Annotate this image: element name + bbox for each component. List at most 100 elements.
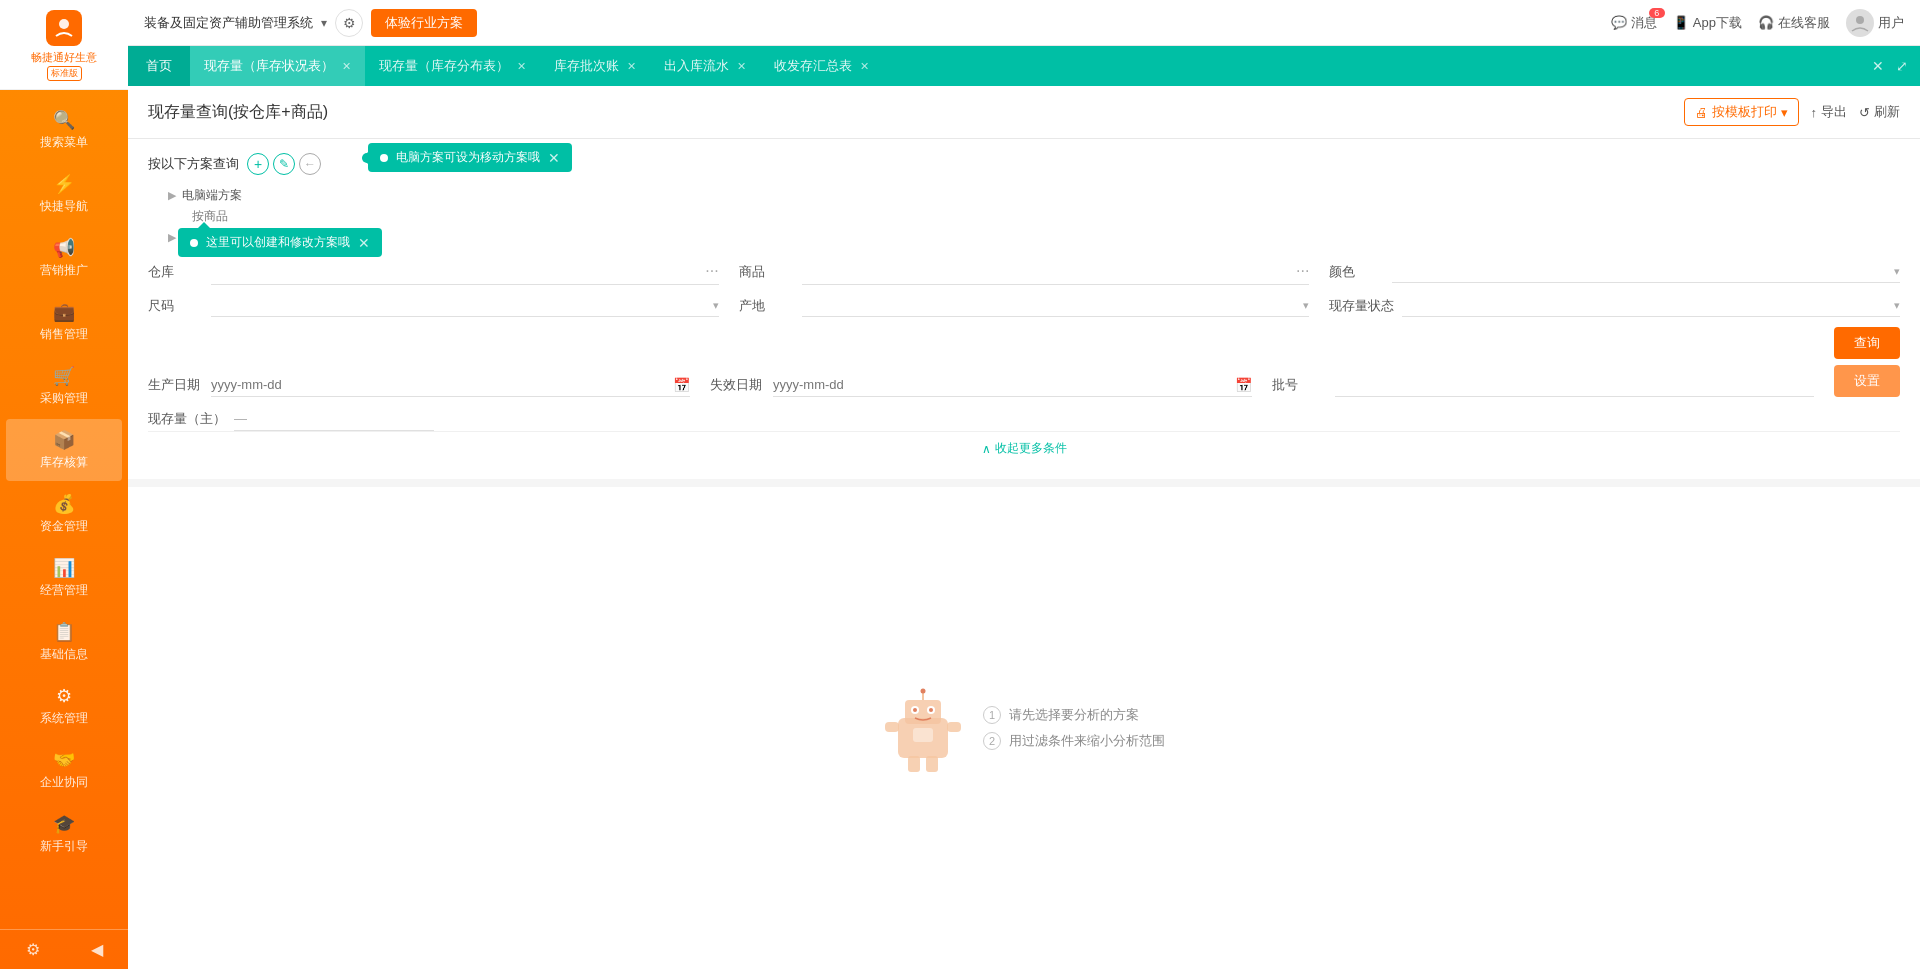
filter-field-production-date: 生产日期 📅 [148, 373, 690, 397]
tab-inventory-dist[interactable]: 现存量（库存分布表） ✕ [365, 46, 540, 86]
production-date-calendar-icon[interactable]: 📅 [673, 377, 690, 393]
sidebar-item-inventory[interactable]: 📦 库存核算 [6, 419, 122, 481]
sidebar-item-system[interactable]: ⚙ 系统管理 [6, 675, 122, 737]
inventory-main-label: 现存量（主） [148, 410, 226, 428]
filter-row-4: 现存量（主） — [148, 407, 1900, 431]
tab-inventory-status[interactable]: 现存量（库存状况表） ✕ [190, 46, 365, 86]
tooltip-scheme-mobile: 电脑方案可设为移动方案哦 ✕ [368, 143, 572, 172]
system-icon: ⚙ [56, 685, 72, 707]
sidebar-item-marketing[interactable]: 📢 营销推广 [6, 227, 122, 289]
tab-batch-ledger[interactable]: 库存批次账 ✕ [540, 46, 650, 86]
warehouse-dots[interactable]: ··· [705, 262, 718, 280]
online-support-item[interactable]: 🎧 在线客服 [1758, 14, 1830, 32]
filter-add-button[interactable]: + [247, 153, 269, 175]
tab-close-icon[interactable]: ✕ [517, 60, 526, 73]
filter-field-inventory-status: 现存量状态 ▾ [1329, 295, 1900, 317]
reset-button[interactable]: 设置 [1834, 365, 1900, 397]
gear-button[interactable]: ⚙ [335, 9, 363, 37]
inventory-main-dash: — [234, 411, 247, 426]
filter-edit-button[interactable]: ✎ [273, 153, 295, 175]
refresh-button[interactable]: ↺ 刷新 [1859, 103, 1900, 121]
tab-close-icon[interactable]: ✕ [627, 60, 636, 73]
production-date-start-wrapper: 📅 [211, 373, 690, 397]
management-icon: 📊 [53, 557, 75, 579]
empty-hint-1: 1 请先选择要分析的方案 [983, 706, 1165, 724]
tab-home[interactable]: 首页 [128, 46, 190, 86]
filter-header: 按以下方案查询 + ✎ ← 电脑方案可设为移动方案哦 ✕ [148, 153, 1900, 175]
color-select[interactable]: ▾ [1392, 261, 1900, 283]
enterprise-icon: 🤝 [53, 749, 75, 771]
sidebar-item-search[interactable]: 🔍 搜索菜单 [6, 99, 122, 161]
warehouse-label: 仓库 [148, 263, 203, 281]
tab-collect-send[interactable]: 收发存汇总表 ✕ [760, 46, 883, 86]
svg-point-6 [913, 708, 917, 712]
headset-icon: 🎧 [1758, 15, 1774, 30]
svg-point-0 [59, 19, 69, 29]
sidebar-item-management[interactable]: 📊 经营管理 [6, 547, 122, 609]
warehouse-select[interactable]: ··· [211, 258, 719, 285]
expiry-date-input[interactable] [773, 373, 1235, 396]
tab-close-all-icon[interactable]: ✕ [1868, 54, 1888, 78]
app-download-label: App下载 [1693, 14, 1742, 32]
header-dropdown[interactable]: ▾ [321, 16, 327, 30]
filter-back-button[interactable]: ← [299, 153, 321, 175]
svg-rect-10 [908, 756, 920, 772]
sidebar-item-purchase[interactable]: 🛒 采购管理 [6, 355, 122, 417]
search-button[interactable]: 查询 [1834, 327, 1900, 359]
tab-expand-icon[interactable]: ⤢ [1892, 54, 1912, 78]
system-title: 装备及固定资产辅助管理系统 [144, 14, 313, 32]
filter-label: 按以下方案查询 [148, 155, 239, 173]
origin-select[interactable]: ▾ [802, 295, 1310, 317]
collapse-bar[interactable]: ∧ 收起更多条件 [148, 431, 1900, 465]
size-select[interactable]: ▾ [211, 295, 719, 317]
sidebar-item-label: 企业协同 [40, 774, 88, 791]
logo-icon [46, 10, 82, 46]
notification-badge: 6 [1649, 8, 1665, 18]
tab-close-icon[interactable]: ✕ [737, 60, 746, 73]
scheme-group-desktop: ▶ 电脑端方案 [168, 187, 1900, 204]
product-dots[interactable]: ··· [1296, 262, 1309, 280]
filter-field-product: 商品 ··· [739, 258, 1310, 285]
sidebar-item-sales[interactable]: 💼 销售管理 [6, 291, 122, 353]
sidebar-item-basic[interactable]: 📋 基础信息 [6, 611, 122, 673]
app-badge: 标准版 [47, 66, 82, 81]
template-print-button[interactable]: 🖨 按模板打印 ▾ [1684, 98, 1799, 126]
product-select[interactable]: ··· [802, 258, 1310, 285]
export-icon: ↑ [1811, 105, 1818, 120]
experience-button[interactable]: 体验行业方案 [371, 9, 477, 37]
notification-item[interactable]: 💬 消息 6 [1611, 14, 1657, 32]
expiry-date-calendar-icon[interactable]: 📅 [1235, 377, 1252, 393]
batch-label: 批号 [1272, 376, 1327, 394]
newbie-icon: 🎓 [53, 813, 75, 835]
batch-input[interactable] [1335, 373, 1814, 397]
sidebar-item-enterprise[interactable]: 🤝 企业协同 [6, 739, 122, 801]
app-download-item[interactable]: 📱 App下载 [1673, 14, 1742, 32]
logo-area: 畅捷通好生意 标准版 [0, 0, 128, 90]
export-label: 导出 [1821, 103, 1847, 121]
export-button[interactable]: ↑ 导出 [1811, 103, 1848, 121]
sidebar-item-finance[interactable]: 💰 资金管理 [6, 483, 122, 545]
tab-inout-flow[interactable]: 出入库流水 ✕ [650, 46, 760, 86]
scheme-desktop-label[interactable]: 电脑端方案 [182, 187, 242, 204]
inventory-status-dropdown-icon: ▾ [1894, 299, 1900, 312]
collapse-sidebar-icon[interactable]: ◀ [91, 940, 103, 959]
quicknav-icon: ⚡ [53, 173, 75, 195]
tab-close-icon[interactable]: ✕ [342, 60, 351, 73]
inventory-status-select[interactable]: ▾ [1402, 295, 1900, 317]
main-area: 装备及固定资产辅助管理系统 ▾ ⚙ 体验行业方案 💬 消息 6 📱 App下载 … [128, 0, 1920, 969]
collapse-text: ∧ 收起更多条件 [982, 440, 1067, 457]
production-date-start-input[interactable] [211, 373, 673, 396]
sidebar-item-newbie[interactable]: 🎓 新手引导 [6, 803, 122, 865]
sidebar-item-label: 基础信息 [40, 646, 88, 663]
svg-rect-11 [926, 756, 938, 772]
user-item[interactable]: 用户 [1846, 9, 1904, 37]
settings-bottom-icon[interactable]: ⚙ [26, 940, 40, 959]
origin-label: 产地 [739, 297, 794, 315]
tab-close-icon[interactable]: ✕ [860, 60, 869, 73]
sidebar-item-label: 快捷导航 [40, 198, 88, 215]
collapse-label: 收起更多条件 [995, 440, 1067, 457]
sidebar-item-quicknav[interactable]: ⚡ 快捷导航 [6, 163, 122, 225]
svg-point-1 [1856, 16, 1864, 24]
tooltip-close-icon[interactable]: ✕ [548, 150, 560, 166]
tooltip-close2-icon[interactable]: ✕ [358, 235, 370, 251]
